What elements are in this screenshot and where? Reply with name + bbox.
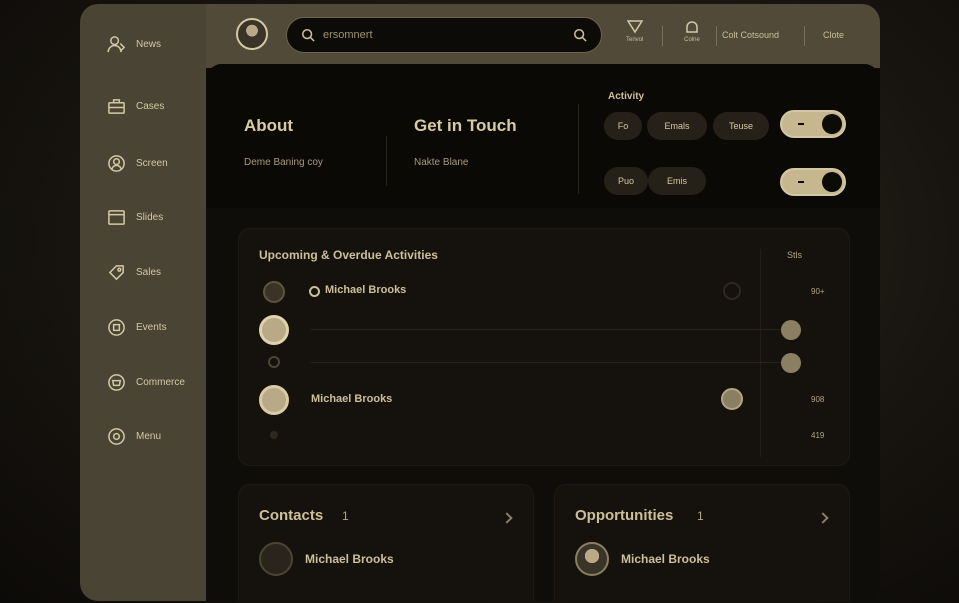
get-in-touch-title: Get in Touch xyxy=(414,116,517,135)
sidebar-item-news[interactable]: News xyxy=(106,31,161,57)
check-icon[interactable] xyxy=(721,388,743,410)
window-icon xyxy=(106,207,126,227)
activity-badge[interactable] xyxy=(781,353,801,373)
header-bar: Tenvol Colne Colt Cotsound Clote xyxy=(206,4,880,68)
bell-icon xyxy=(686,21,698,33)
chevron-right-icon[interactable] xyxy=(501,512,513,524)
contacts-title[interactable]: Contacts xyxy=(259,507,323,524)
activity-avatar xyxy=(259,385,289,415)
sidebar-item-events[interactable]: Events xyxy=(106,314,167,340)
activity-row-name[interactable]: Michael Brooks xyxy=(311,393,392,405)
search-icon xyxy=(301,28,315,42)
activity-label: Activity xyxy=(608,91,645,102)
main-panel: About Deme Baning coy Get in Touch Nakte… xyxy=(206,64,880,601)
about-subtitle: Deme Baning coy xyxy=(244,157,323,168)
chip-puo[interactable]: Puo xyxy=(604,167,648,195)
sidebar-item-label: Events xyxy=(136,321,167,333)
contact-icon xyxy=(106,153,126,173)
divider xyxy=(578,104,579,194)
activity-toggle-2[interactable] xyxy=(780,168,846,196)
about-title: About xyxy=(244,116,294,135)
sidebar-item-screen[interactable]: Screen xyxy=(106,150,168,176)
sidebar-item-label: Commerce xyxy=(136,376,185,388)
activity-badge[interactable] xyxy=(781,320,801,340)
avatar[interactable] xyxy=(236,18,268,50)
divider xyxy=(804,26,805,46)
activity-row-num: 419 xyxy=(811,431,825,440)
briefcase-icon xyxy=(106,96,126,116)
notifications-button[interactable]: Colne xyxy=(684,20,700,43)
activity-row-num: 908 xyxy=(811,395,825,404)
settings-icon xyxy=(106,426,126,446)
activities-action[interactable]: Stls xyxy=(787,250,802,260)
app-window: News Cases Screen Slides Sales Events Co… xyxy=(80,4,880,601)
sidebar-item-label: Slides xyxy=(136,211,164,223)
activity-row-name[interactable]: Michael Brooks xyxy=(325,284,406,296)
divider xyxy=(662,26,663,46)
activity-check[interactable] xyxy=(723,282,741,300)
get-in-touch-subtitle: Nakte Blane xyxy=(414,157,469,168)
chevron-right-icon[interactable] xyxy=(817,512,829,524)
chip-fo[interactable]: Fo xyxy=(604,112,642,140)
sidebar-item-menu[interactable]: Menu xyxy=(106,423,161,449)
activity-row-num: 90+ xyxy=(811,287,825,296)
user-icon xyxy=(106,34,126,54)
contacts-card: Contacts 1 Michael Brooks xyxy=(238,484,534,601)
triangle-down-icon xyxy=(626,20,643,34)
sidebar-item-label: Screen xyxy=(136,157,168,169)
sidebar: News Cases Screen Slides Sales Events Co… xyxy=(80,4,206,601)
divider xyxy=(386,136,387,186)
divider xyxy=(760,249,761,457)
sidebar-item-cases[interactable]: Cases xyxy=(106,93,164,119)
activity-bullet xyxy=(268,356,280,368)
opportunities-title[interactable]: Opportunities xyxy=(575,507,673,524)
opportunity-name[interactable]: Michael Brooks xyxy=(621,552,710,566)
search-input[interactable] xyxy=(323,29,565,41)
header-link-close[interactable]: Clote xyxy=(823,30,844,40)
activity-toggle-1[interactable] xyxy=(780,110,846,138)
tag-icon xyxy=(106,262,126,282)
filter-button[interactable]: Tenvol xyxy=(626,20,643,43)
sidebar-item-label: Menu xyxy=(136,430,162,442)
about-section: About Deme Baning coy Get in Touch Nakte… xyxy=(206,64,880,208)
header-link-account[interactable]: Colt Cotsound xyxy=(722,30,779,40)
divider xyxy=(716,26,717,46)
sidebar-item-slides[interactable]: Slides xyxy=(106,204,163,230)
search-submit-icon[interactable] xyxy=(573,28,587,42)
sidebar-item-label: Sales xyxy=(136,266,162,278)
divider xyxy=(311,362,791,363)
opportunity-avatar xyxy=(575,542,609,576)
chip-emails[interactable]: Emals xyxy=(647,112,707,140)
contact-name[interactable]: Michael Brooks xyxy=(305,552,394,566)
sidebar-item-label: News xyxy=(136,38,162,50)
sidebar-item-commerce[interactable]: Commerce xyxy=(106,369,185,395)
opportunities-count: 1 xyxy=(697,509,704,523)
activity-bullet xyxy=(270,431,278,439)
activity-status-icon xyxy=(263,281,285,303)
clock-icon xyxy=(309,286,320,297)
chip-emis[interactable]: Emis xyxy=(648,167,706,195)
divider xyxy=(311,329,791,330)
activity-avatar xyxy=(259,315,289,345)
chip-teuse[interactable]: Teuse xyxy=(713,112,769,140)
contact-avatar xyxy=(259,542,293,576)
badge-icon xyxy=(106,317,126,337)
opportunities-card: Opportunities 1 Michael Brooks xyxy=(554,484,850,601)
sidebar-item-sales[interactable]: Sales xyxy=(106,259,161,285)
cart-icon xyxy=(106,372,126,392)
sidebar-item-label: Cases xyxy=(136,100,165,112)
activities-title: Upcoming & Overdue Activities xyxy=(259,248,438,262)
contacts-count: 1 xyxy=(342,509,349,523)
activities-card: Upcoming & Overdue Activities Stls Micha… xyxy=(238,228,850,466)
search-bar xyxy=(286,17,602,53)
